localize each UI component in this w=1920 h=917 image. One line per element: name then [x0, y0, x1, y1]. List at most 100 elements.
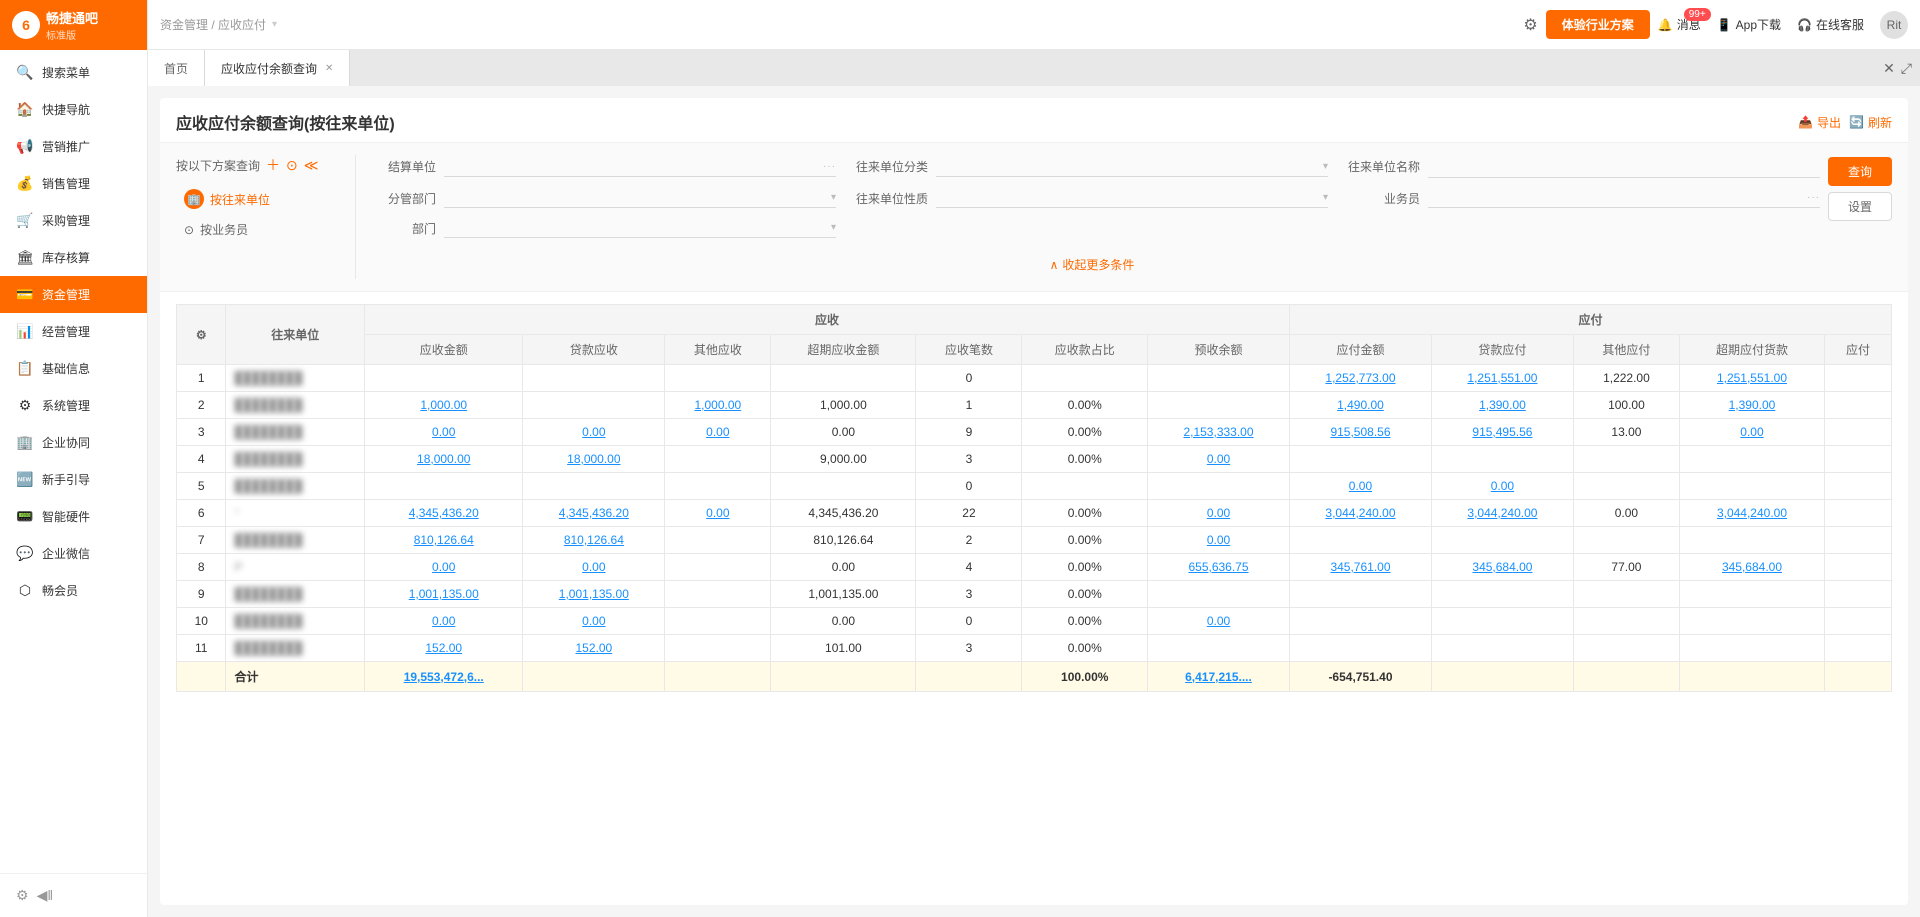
table-area: ⚙ 往来单位 应收 应付 应收金额 贷款应收 其他应收 超期应收金额 应收笔数 …	[160, 292, 1908, 905]
sidebar-item-sales[interactable]: 💰销售管理	[0, 165, 147, 202]
select-partner-category[interactable]: ▾	[936, 157, 1328, 177]
tab-close-icon[interactable]: ✕	[325, 63, 333, 74]
select-partner-nature[interactable]: ▾	[936, 188, 1328, 208]
trial-button[interactable]: 体验行业方案	[1546, 10, 1650, 39]
sidebar-item-basic[interactable]: 📋基础信息	[0, 350, 147, 387]
table-row: 1████████01,252,773.001,251,551.001,222.…	[177, 365, 1892, 392]
sidebar-item-marketing[interactable]: 📢营销推广	[0, 128, 147, 165]
sidebar-item-operation[interactable]: 📊经营管理	[0, 313, 147, 350]
filter-settlement-unit: 结算单位 ···	[364, 155, 836, 178]
tab-query[interactable]: 应收应付余额查询 ✕	[205, 50, 350, 86]
partner-name: ⁷	[226, 500, 365, 527]
th-group-payable: 应付	[1289, 305, 1891, 335]
th-ap-overdue: 超期应付货款	[1679, 335, 1824, 365]
th-partner: 往来单位	[226, 305, 365, 365]
header-gear-icon[interactable]: ⚙	[1523, 15, 1537, 35]
sidebar-item-purchase[interactable]: 🛒采购管理	[0, 202, 147, 239]
summary-ar-overdue	[771, 662, 916, 692]
label-salesman: 业务员	[1348, 190, 1420, 207]
summary-ar-count	[916, 662, 1022, 692]
select-dept-manage[interactable]: ▾	[444, 188, 836, 208]
summary-ap-loan	[1431, 662, 1573, 692]
partner-nature-chevron: ▾	[1323, 192, 1328, 203]
sidebar-label-capital: 资金管理	[42, 286, 90, 303]
summary-ar-prepaid[interactable]: 6,417,215....	[1148, 662, 1290, 692]
system-icon: ⚙	[16, 397, 34, 414]
header-app-download[interactable]: 📱 App下载	[1717, 16, 1781, 33]
header-online-service[interactable]: 🎧 在线客服	[1797, 16, 1864, 33]
th-gear[interactable]: ⚙	[177, 305, 226, 365]
th-ap-amount: 应付金额	[1289, 335, 1431, 365]
scheme-settings-icon[interactable]: ⊙	[286, 157, 298, 174]
sidebar-label-warehouse: 库存核算	[42, 249, 90, 266]
dept-manage-chevron: ▾	[831, 192, 836, 203]
sidebar-item-warehouse[interactable]: 🏛 库存核算	[0, 239, 147, 276]
filter-scheme-title: 按以下方案查询 ＋ ⊙ ≪	[176, 155, 343, 175]
scheme-back-icon[interactable]: ≪	[304, 157, 319, 174]
select-salesman[interactable]: ···	[1428, 188, 1820, 208]
logo-icon: 6	[12, 11, 40, 39]
table-row: 9████████1,001,135.001,001,135.001,001,1…	[177, 581, 1892, 608]
export-label: 导出	[1817, 114, 1841, 131]
sidebar-label-search: 搜索菜单	[42, 64, 90, 81]
sidebar-item-hardware[interactable]: 📟智能硬件	[0, 498, 147, 535]
query-button[interactable]: 查询	[1828, 157, 1892, 186]
tab-home[interactable]: 首页	[148, 50, 205, 86]
th-ap-other: 其他应付	[1573, 335, 1679, 365]
scheme-by-partner[interactable]: 🏢 按往来单位	[176, 183, 343, 215]
summary-ap-amount: -654,751.40	[1289, 662, 1431, 692]
tab-right-controls: ✕ ⤢	[1875, 50, 1920, 86]
partner-name: ████████	[226, 392, 365, 419]
sidebar-item-member[interactable]: ⬡畅会员	[0, 572, 147, 609]
guide-icon: 🆕	[16, 471, 34, 488]
sidebar-item-search[interactable]: 🔍搜索菜单	[0, 54, 147, 91]
toggle-more-conditions[interactable]: ∧ 收起更多条件	[364, 250, 1820, 279]
header-message[interactable]: 🔔 消息 99+	[1658, 16, 1701, 33]
breadcrumb-chevron: ▾	[272, 19, 277, 30]
more-conditions-label: 收起更多条件	[1062, 256, 1134, 273]
table-gear-icon[interactable]: ⚙	[196, 328, 207, 342]
filter-dept-manage: 分管部门 ▾	[364, 188, 836, 208]
sidebar-nav: 🔍搜索菜单🏠快捷导航📢营销推广💰销售管理🛒采购管理 🏛 库存核算 💳 资金管理 📊经营管理…	[0, 50, 147, 873]
setting-button[interactable]: 设置	[1828, 192, 1892, 221]
message-icon: 🔔	[1658, 18, 1673, 32]
sidebar-item-nav[interactable]: 🏠快捷导航	[0, 91, 147, 128]
breadcrumb-text: 资金管理 / 应收应付	[160, 16, 266, 33]
input-partner-name[interactable]	[1428, 155, 1820, 178]
label-settlement-unit: 结算单位	[364, 158, 436, 175]
select-settlement-unit[interactable]: ···	[444, 157, 836, 177]
refresh-button[interactable]: 🔄 刷新	[1849, 114, 1892, 131]
sidebar-label-hardware: 智能硬件	[42, 508, 90, 525]
logo-subtitle: 标准版	[46, 27, 98, 42]
table-row: 2████████1,000.001,000.001,000.0010.00%1…	[177, 392, 1892, 419]
select-dept[interactable]: ▾	[444, 218, 836, 238]
settlement-unit-dots: ···	[823, 161, 836, 172]
tab-expand-button[interactable]: ⤢	[1901, 60, 1912, 77]
warehouse-icon: 🏛	[16, 249, 34, 266]
collapse-icon[interactable]: ◀‖	[37, 887, 54, 904]
scheme-by-salesman[interactable]: ⊙ 按业务员	[176, 215, 343, 244]
page-container: 应收应付余额查询(按往来单位) 📤 导出 🔄 刷新 按以下方案查询 ＋ ⊙	[160, 98, 1908, 905]
service-icon: 🎧	[1797, 18, 1812, 32]
dept-chevron: ▾	[831, 222, 836, 233]
add-scheme-icon[interactable]: ＋	[266, 155, 280, 175]
sidebar-item-wechat[interactable]: 💬企业微信	[0, 535, 147, 572]
sidebar-label-marketing: 营销推广	[42, 138, 90, 155]
sidebar-item-enterprise[interactable]: 🏢企业协同	[0, 424, 147, 461]
capital-icon: 💳	[16, 286, 34, 303]
sidebar-label-basic: 基础信息	[42, 360, 90, 377]
summary-ar-amount[interactable]: 19,553,472,6...	[365, 662, 523, 692]
sidebar-label-sales: 销售管理	[42, 175, 90, 192]
avatar[interactable]: Rit	[1880, 11, 1908, 39]
operation-icon: 📊	[16, 323, 34, 340]
filter-scheme-title-text: 按以下方案查询	[176, 157, 260, 174]
partner-name: P	[226, 554, 365, 581]
tab-close-button[interactable]: ✕	[1883, 60, 1895, 77]
sidebar-item-system[interactable]: ⚙系统管理	[0, 387, 147, 424]
sidebar-item-capital[interactable]: 💳 资金管理	[0, 276, 147, 313]
filter-partner-name: 往来单位名称	[1348, 155, 1820, 178]
summary-ap-other	[1573, 662, 1679, 692]
export-button[interactable]: 📤 导出	[1798, 114, 1841, 131]
settings-icon[interactable]: ⚙	[16, 887, 29, 904]
sidebar-item-guide[interactable]: 🆕新手引导	[0, 461, 147, 498]
